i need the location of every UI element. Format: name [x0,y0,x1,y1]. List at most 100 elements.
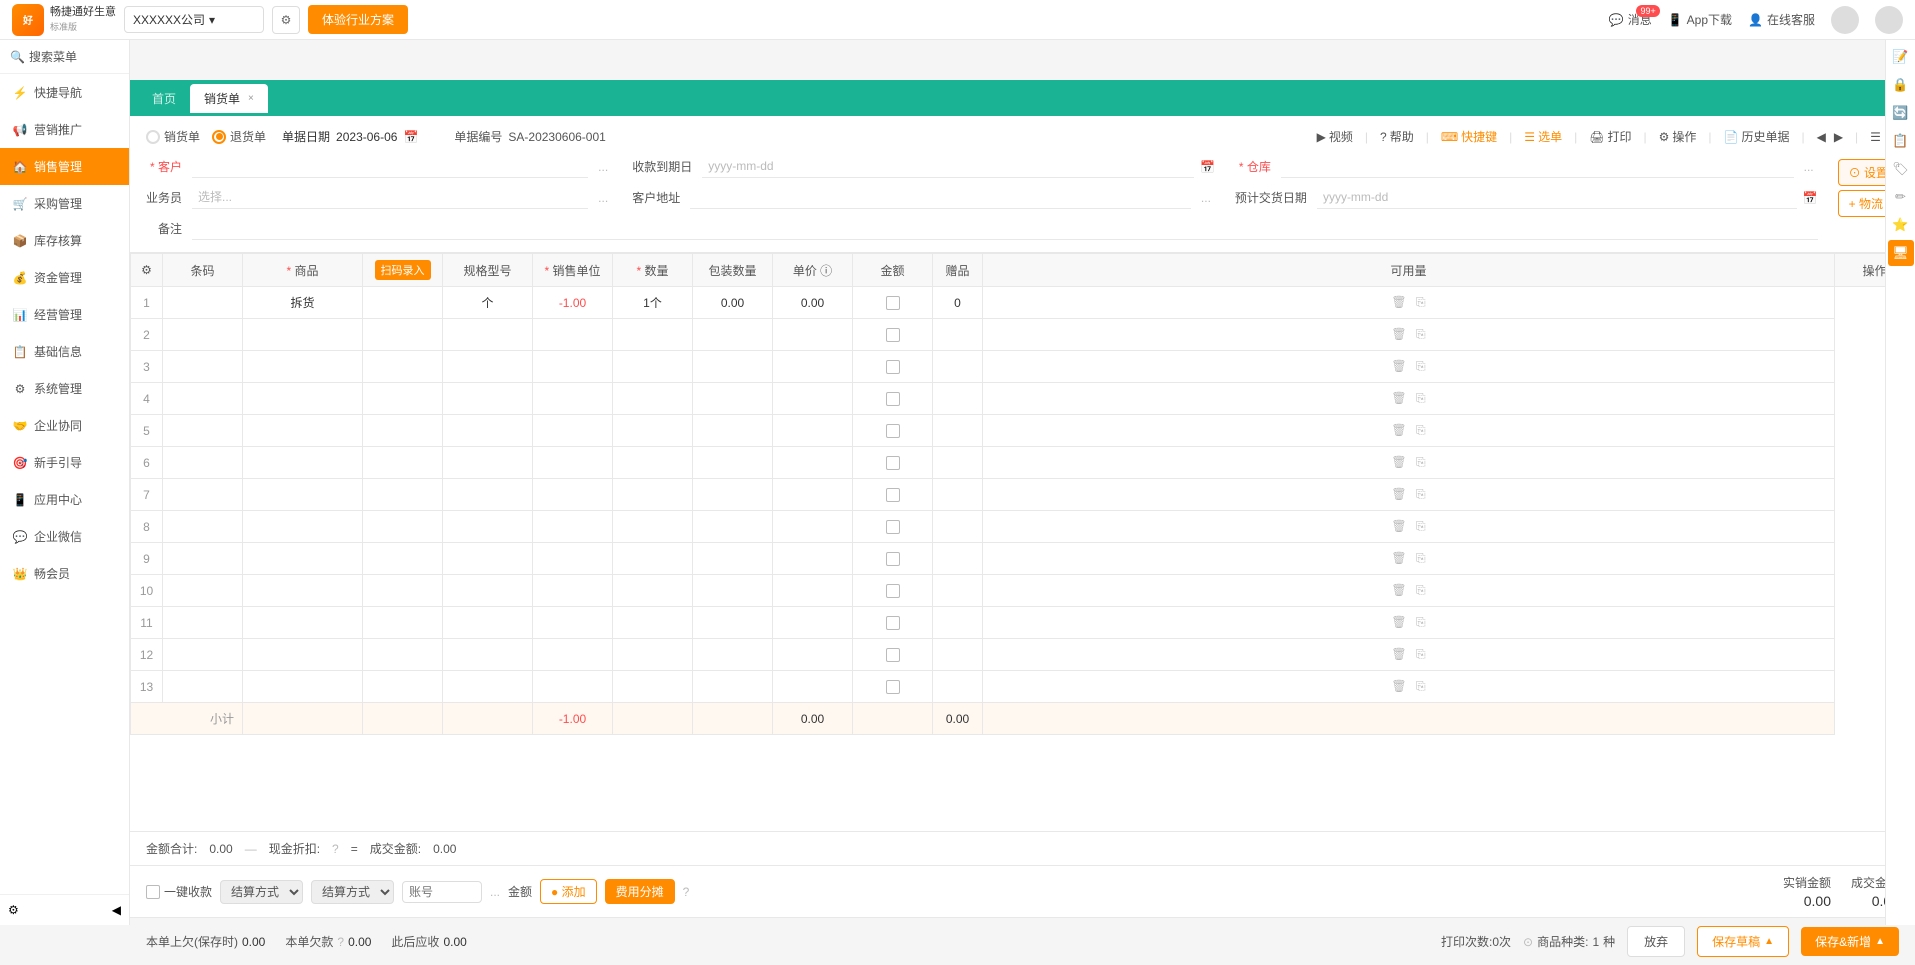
copy-icon[interactable]: ⎘ [1416,679,1426,693]
delete-icon[interactable]: 🗑 [1391,391,1406,405]
right-panel-icon-1[interactable]: 📝 [1888,44,1914,70]
cell-goods[interactable] [243,447,363,479]
delete-icon[interactable]: 🗑 [1391,455,1406,469]
cell-spec[interactable] [363,575,443,607]
cell-price[interactable] [693,639,773,671]
cell-barcode[interactable] [163,639,243,671]
cell-goods[interactable] [243,639,363,671]
sidebar-item-base-info[interactable]: 📋 基础信息 [0,333,129,370]
due-date-calendar-icon[interactable]: 📅 [1200,160,1215,174]
radio-return[interactable]: 退货单 [212,128,266,145]
delete-icon[interactable]: 🗑 [1391,647,1406,661]
sidebar-item-system[interactable]: ⚙ 系统管理 [0,370,129,407]
copy-icon[interactable]: ⎘ [1416,327,1426,341]
account-input[interactable] [402,881,482,903]
calendar-icon[interactable]: 📅 [403,130,418,144]
sidebar-item-quick-nav[interactable]: ⚡ 快捷导航 [0,74,129,111]
copy-icon[interactable]: ⎘ [1416,615,1426,629]
delete-icon[interactable]: 🗑 [1391,359,1406,373]
right-panel-icon-4[interactable]: 📋 [1888,128,1914,154]
cell-unit[interactable] [443,415,533,447]
cell-unit[interactable] [443,639,533,671]
cell-qty[interactable] [533,415,613,447]
cell-unit[interactable] [443,543,533,575]
tab-sales-order[interactable]: 销货单 × [190,84,268,113]
cell-barcode[interactable] [163,511,243,543]
cell-gift[interactable] [853,415,933,447]
cell-qty[interactable] [533,447,613,479]
cell-barcode[interactable] [163,575,243,607]
cell-spec[interactable] [363,351,443,383]
copy-icon[interactable]: ⎘ [1416,583,1426,597]
warehouse-input[interactable]: 建材仓 [1281,155,1794,178]
discard-button[interactable]: 放弃 [1627,926,1685,957]
cell-price[interactable] [693,383,773,415]
salesperson-dots-icon[interactable]: ... [594,191,612,205]
cell-amount[interactable]: 0.00 [773,287,853,319]
expected-date-calendar-icon[interactable]: 📅 [1803,191,1818,205]
cell-price[interactable] [693,543,773,575]
cell-qty[interactable] [533,607,613,639]
notes-input[interactable] [192,217,1818,240]
cell-qty[interactable] [533,575,613,607]
sidebar-settings-icon[interactable]: ⚙ [8,903,19,917]
cell-gift[interactable] [853,575,933,607]
cell-spec[interactable] [363,511,443,543]
cell-gift[interactable] [853,543,933,575]
cell-amount[interactable] [773,511,853,543]
cell-goods[interactable] [243,511,363,543]
cell-qty[interactable] [533,479,613,511]
customer-input[interactable] [192,155,588,178]
save-draft-button[interactable]: 保存草稿 ▲ [1697,926,1789,957]
settings-icon[interactable]: ⚙ [272,6,300,34]
fee-split-button[interactable]: 费用分摊 [605,879,675,904]
copy-icon[interactable]: ⎘ [1416,487,1426,501]
sidebar-item-sales[interactable]: 🏠 销售管理 [0,148,129,185]
cell-pkg[interactable] [613,319,693,351]
cell-goods[interactable] [243,351,363,383]
cell-unit[interactable] [443,511,533,543]
delete-icon[interactable]: 🗑 [1391,423,1406,437]
cell-gift[interactable] [853,319,933,351]
copy-icon[interactable]: ⎘ [1416,295,1426,309]
account-dots-icon[interactable]: ... [490,885,500,899]
cell-amount[interactable] [773,447,853,479]
sidebar-item-app-center[interactable]: 📱 应用中心 [0,481,129,518]
cell-pkg[interactable] [613,415,693,447]
sidebar-item-inventory[interactable]: 📦 库存核算 [0,222,129,259]
copy-icon[interactable]: ⎘ [1416,359,1426,373]
delete-icon[interactable]: 🗑 [1391,679,1406,693]
delete-icon[interactable]: 🗑 [1391,583,1406,597]
cell-unit[interactable] [443,575,533,607]
cell-amount[interactable] [773,319,853,351]
radio-sales[interactable]: 销货单 [146,128,200,145]
cell-unit[interactable] [443,479,533,511]
customer-dots-icon[interactable]: ... [594,160,612,174]
copy-icon[interactable]: ⎘ [1416,519,1426,533]
delete-icon[interactable]: 🗑 [1391,487,1406,501]
delete-icon[interactable]: 🗑 [1391,615,1406,629]
toolbar-help[interactable]: ? 帮助 [1380,128,1414,145]
toolbar-select[interactable]: ☰ 选单 [1524,128,1562,145]
cell-amount[interactable] [773,639,853,671]
cell-pkg[interactable] [613,639,693,671]
right-panel-icon-8[interactable]: 🖥 [1888,240,1914,266]
cell-amount[interactable] [773,607,853,639]
view-list-icon[interactable]: ☰ [1870,130,1881,144]
cell-amount[interactable] [773,383,853,415]
cell-pkg[interactable] [613,351,693,383]
cell-price[interactable]: 0.00 [693,287,773,319]
sidebar-item-member[interactable]: 👑 畅会员 [0,555,129,592]
cell-unit[interactable] [443,319,533,351]
trial-button[interactable]: 体验行业方案 [308,5,408,34]
cell-pkg[interactable] [613,511,693,543]
online-service-btn[interactable]: 👤 在线客服 [1748,11,1815,28]
cell-qty[interactable] [533,351,613,383]
cell-unit[interactable] [443,351,533,383]
cell-qty[interactable] [533,543,613,575]
cell-barcode[interactable] [163,543,243,575]
cell-qty[interactable] [533,319,613,351]
sidebar-item-operations[interactable]: 📊 经营管理 [0,296,129,333]
copy-icon[interactable]: ⎘ [1416,423,1426,437]
nav-prev-icon[interactable]: ◀ [1817,130,1826,144]
